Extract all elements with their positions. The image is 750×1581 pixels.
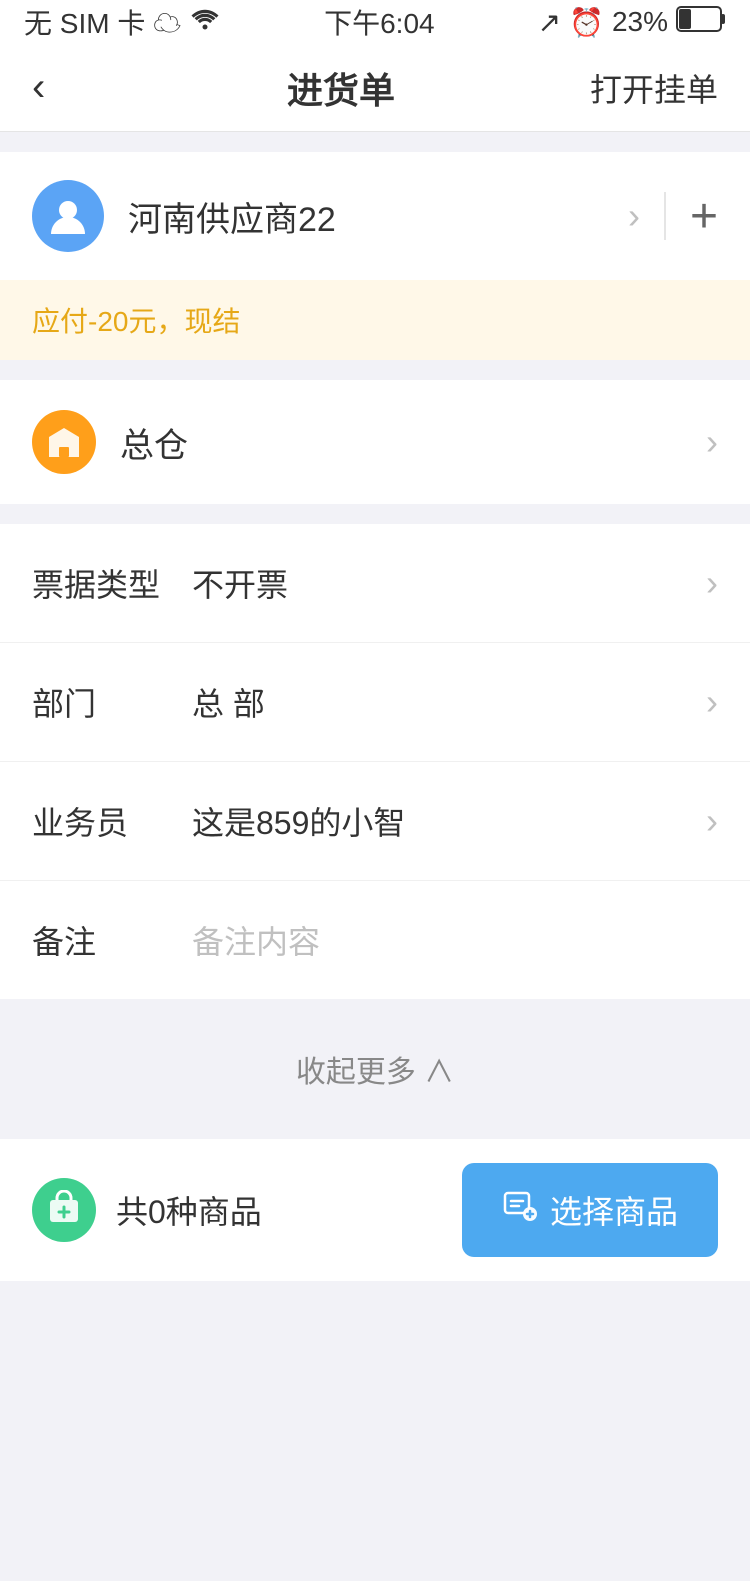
warehouse-row[interactable]: 总仓 › [0,380,750,504]
remark-input[interactable]: 备注内容 [172,917,718,963]
invoice-type-row[interactable]: 票据类型 不开票 › [0,524,750,643]
invoice-type-chevron-icon: › [706,562,718,604]
page-background [0,1281,750,1581]
collapse-label: 收起更多 ∧ [296,1056,454,1089]
collapse-row[interactable]: 收起更多 ∧ [0,1019,750,1119]
supplier-row[interactable]: 河南供应商22 › + [0,152,750,280]
status-left: 无 SIM 卡 ☁ [24,2,221,42]
status-right: ↗ ⏰ 23% [538,6,726,39]
wifi-icon [189,6,221,38]
battery-text: 23% [612,6,668,38]
form-section: 票据类型 不开票 › 部门 总 部 › 业务员 这是859的小智 › 备注 备注… [0,524,750,999]
status-bar: 无 SIM 卡 ☁ 下午6:04 ↗ ⏰ 23% [0,0,750,44]
supplier-name: 河南供应商22 [128,192,628,241]
supplier-section: 河南供应商22 › + 应付-20元，现结 [0,152,750,360]
select-product-label: 选择商品 [550,1187,678,1233]
department-value: 总 部 [172,679,706,725]
salesperson-chevron-icon: › [706,800,718,842]
salesperson-label: 业务员 [32,798,172,844]
invoice-type-label: 票据类型 [32,560,172,606]
alarm-icon: ⏰ [569,6,604,39]
remark-label: 备注 [32,917,172,963]
status-time: 下午6:04 [324,2,435,42]
page-title: 进货单 [287,62,395,114]
product-count-text: 共0种商品 [116,1187,462,1233]
supplier-avatar [32,180,104,252]
warehouse-chevron-icon: › [706,421,718,463]
department-row[interactable]: 部门 总 部 › [0,643,750,762]
signal-text: 无 SIM 卡 ☁ [24,2,181,42]
divider [664,192,666,240]
supplier-chevron-icon: › [628,195,640,237]
section-divider-1 [0,132,750,152]
notice-bar: 应付-20元，现结 [0,280,750,360]
location-icon: ↗ [538,6,561,39]
department-chevron-icon: › [706,681,718,723]
notice-text: 应付-20元，现结 [32,306,240,337]
department-label: 部门 [32,679,172,725]
bottom-bar: 共0种商品 选择商品 [0,1139,750,1281]
nav-bar: ‹ 进货单 打开挂单 [0,44,750,132]
product-icon [32,1178,96,1242]
select-product-icon [502,1188,538,1233]
select-product-button[interactable]: 选择商品 [462,1163,718,1257]
salesperson-row[interactable]: 业务员 这是859的小智 › [0,762,750,881]
salesperson-value: 这是859的小智 [172,798,706,844]
invoice-type-value: 不开票 [172,560,706,606]
warehouse-name: 总仓 [120,418,706,467]
remark-row[interactable]: 备注 备注内容 [0,881,750,999]
add-supplier-button[interactable]: + [690,189,718,244]
back-button[interactable]: ‹ [32,65,92,110]
warehouse-icon [32,410,96,474]
open-pending-button[interactable]: 打开挂单 [590,65,718,111]
battery-icon [676,6,726,39]
